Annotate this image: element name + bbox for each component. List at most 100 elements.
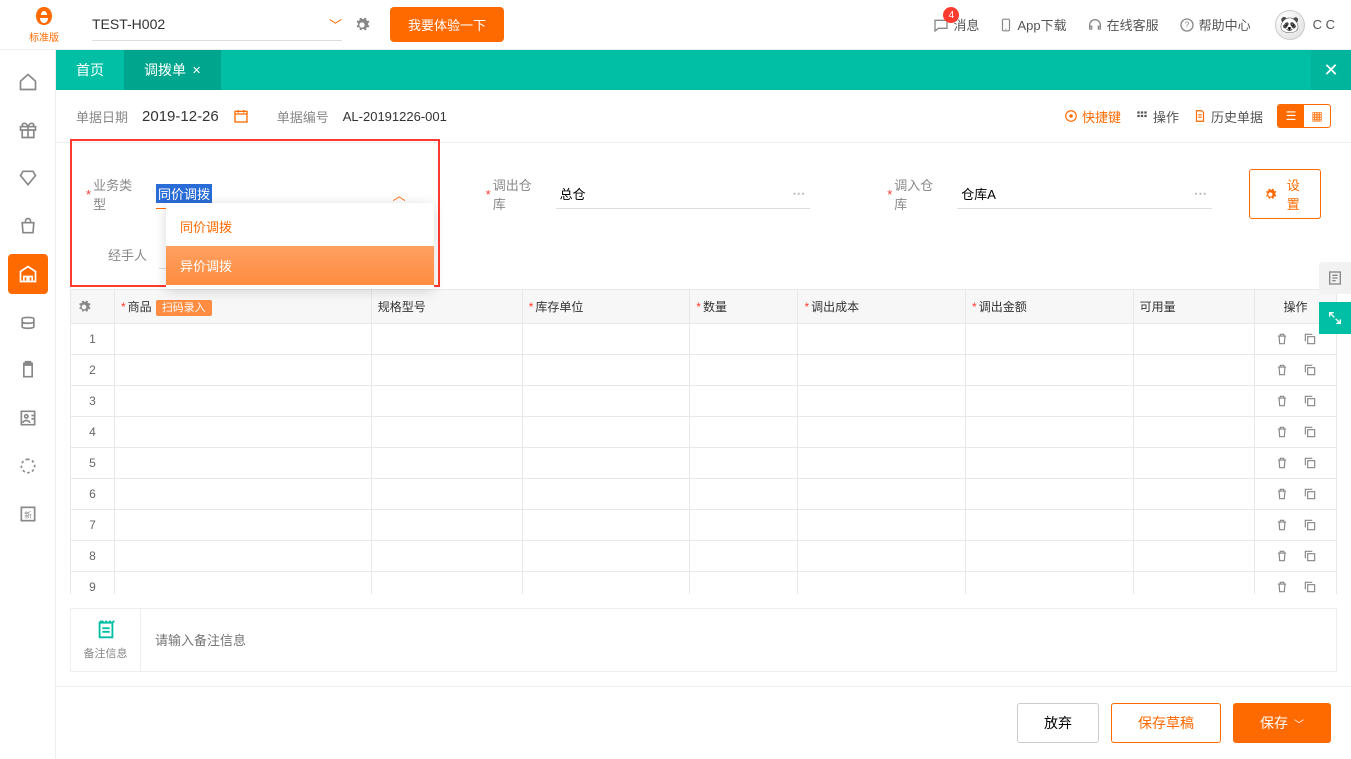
- delete-icon[interactable]: [1275, 549, 1289, 563]
- customer-service-link[interactable]: 在线客服: [1087, 15, 1159, 34]
- messages-link[interactable]: 4 消息: [933, 15, 979, 34]
- shortcut-link[interactable]: 快捷键: [1064, 107, 1121, 126]
- sidebar-home-icon[interactable]: [8, 62, 48, 102]
- chevron-down-icon: ﹀: [1294, 720, 1304, 731]
- top-header: 标准版 TEST-H002 ﹀ 我要体验一下 4 消息 App下载 在线客服 ?…: [0, 0, 1351, 50]
- discard-button[interactable]: 放弃: [1017, 703, 1099, 743]
- table-row[interactable]: 4: [71, 417, 1337, 448]
- calendar-icon[interactable]: [233, 108, 249, 124]
- scan-input-tag[interactable]: 扫码录入: [156, 300, 212, 316]
- table-row[interactable]: 7: [71, 510, 1337, 541]
- biz-type-value: 同价调拨: [156, 184, 212, 203]
- close-all-tabs[interactable]: ✕: [1311, 50, 1351, 90]
- keyboard-icon: [1064, 109, 1078, 123]
- sidebar-contact-icon[interactable]: [8, 398, 48, 438]
- sidebar-warehouse-icon[interactable]: [8, 254, 48, 294]
- svg-text:新: 新: [24, 509, 32, 519]
- avatar-icon: 🐼: [1275, 10, 1305, 40]
- date-value[interactable]: 2019-12-26: [142, 108, 219, 125]
- table-row[interactable]: 3: [71, 386, 1337, 417]
- copy-icon[interactable]: [1303, 332, 1317, 346]
- col-spec: 规格型号: [371, 290, 522, 324]
- delete-icon[interactable]: [1275, 487, 1289, 501]
- more-icon[interactable]: ⋯: [1194, 186, 1209, 202]
- col-out-cost: *调出成本: [798, 290, 966, 324]
- doc-no-value: AL-20191226-001: [343, 109, 447, 124]
- table-row[interactable]: 8: [71, 541, 1337, 572]
- copy-icon[interactable]: [1303, 456, 1317, 470]
- help-link[interactable]: ? 帮助中心: [1179, 15, 1251, 34]
- table-row[interactable]: 9: [71, 572, 1337, 595]
- doc-no-label: 单据编号: [277, 107, 329, 126]
- table-row[interactable]: 6: [71, 479, 1337, 510]
- help-icon: ?: [1179, 17, 1195, 33]
- items-table: *商品扫码录入 规格型号 *库存单位 *数量 *调出成本 *调出金额 可用量 操…: [70, 289, 1337, 594]
- sidebar-bag-icon[interactable]: [8, 206, 48, 246]
- table-row[interactable]: 1: [71, 324, 1337, 355]
- delete-icon[interactable]: [1275, 363, 1289, 377]
- remark-area: 备注信息: [70, 608, 1337, 672]
- view-grid-icon[interactable]: ▦: [1304, 105, 1330, 127]
- store-selector[interactable]: TEST-H002 ﹀: [92, 9, 342, 41]
- save-draft-button[interactable]: 保存草稿: [1111, 703, 1221, 743]
- delete-icon[interactable]: [1275, 456, 1289, 470]
- note-icon: [95, 619, 117, 641]
- save-button[interactable]: 保存﹀: [1233, 703, 1331, 743]
- sidebar-cycle-icon[interactable]: [8, 446, 48, 486]
- in-wh-input[interactable]: [957, 179, 1212, 209]
- dropdown-option-same-price[interactable]: 同价调拨: [166, 207, 434, 246]
- copy-icon[interactable]: [1303, 363, 1317, 377]
- app-download-link[interactable]: App下载: [999, 15, 1066, 34]
- sidebar-new-icon[interactable]: 新: [8, 494, 48, 534]
- try-button[interactable]: 我要体验一下: [390, 7, 504, 42]
- operations-link[interactable]: 操作: [1135, 107, 1179, 126]
- copy-icon[interactable]: [1303, 580, 1317, 594]
- tab-transfer[interactable]: 调拨单 ✕: [124, 50, 221, 90]
- biz-type-field: * 业务类型 同价调拨 ︿ 同价调拨 异价调拨: [86, 169, 406, 219]
- copy-icon[interactable]: [1303, 394, 1317, 408]
- float-note-icon[interactable]: [1319, 262, 1351, 294]
- document-icon: [1193, 109, 1207, 123]
- close-icon[interactable]: ✕: [192, 64, 201, 77]
- copy-icon[interactable]: [1303, 425, 1317, 439]
- float-expand-icon[interactable]: [1319, 302, 1351, 334]
- remark-input[interactable]: [141, 609, 1336, 671]
- sidebar-clipboard-icon[interactable]: [8, 350, 48, 390]
- dropdown-option-diff-price[interactable]: 异价调拨: [166, 246, 434, 285]
- remark-label: 备注信息: [84, 645, 128, 661]
- table-settings-icon[interactable]: [71, 290, 115, 324]
- history-link[interactable]: 历史单据: [1193, 107, 1263, 126]
- delete-icon[interactable]: [1275, 580, 1289, 594]
- col-product: *商品扫码录入: [115, 290, 372, 324]
- sidebar-diamond-icon[interactable]: [8, 158, 48, 198]
- copy-icon[interactable]: [1303, 487, 1317, 501]
- store-settings-icon[interactable]: [354, 17, 370, 33]
- out-wh-input[interactable]: [556, 179, 811, 209]
- phone-icon: [999, 17, 1013, 33]
- table-row[interactable]: 2: [71, 355, 1337, 386]
- edition-label: 标准版: [29, 29, 59, 44]
- chevron-down-icon: ﹀: [329, 15, 342, 34]
- user-menu[interactable]: 🐼 C C: [1275, 10, 1335, 40]
- tab-home[interactable]: 首页: [56, 50, 124, 90]
- more-icon[interactable]: ⋯: [792, 186, 807, 202]
- copy-icon[interactable]: [1303, 518, 1317, 532]
- sidebar-gift-icon[interactable]: [8, 110, 48, 150]
- delete-icon[interactable]: [1275, 394, 1289, 408]
- tabs-bar: 首页 调拨单 ✕ ✕: [56, 50, 1351, 90]
- delete-icon[interactable]: [1275, 425, 1289, 439]
- copy-icon[interactable]: [1303, 549, 1317, 563]
- logo-icon: [32, 5, 56, 29]
- delete-icon[interactable]: [1275, 332, 1289, 346]
- settings-button[interactable]: 设置: [1249, 169, 1321, 219]
- in-warehouse-field: * 调入仓库 ⋯: [887, 169, 1209, 219]
- out-warehouse-field: * 调出仓库 ⋯: [486, 169, 808, 219]
- delete-icon[interactable]: [1275, 518, 1289, 532]
- footer-actions: 放弃 保存草稿 保存﹀: [56, 686, 1351, 759]
- sidebar-money-icon[interactable]: [8, 302, 48, 342]
- biz-type-label: 业务类型: [93, 175, 144, 213]
- col-avail: 可用量: [1133, 290, 1254, 324]
- view-list-icon[interactable]: ☰: [1278, 105, 1304, 127]
- table-row[interactable]: 5: [71, 448, 1337, 479]
- biz-type-dropdown: 同价调拨 异价调拨: [166, 203, 434, 289]
